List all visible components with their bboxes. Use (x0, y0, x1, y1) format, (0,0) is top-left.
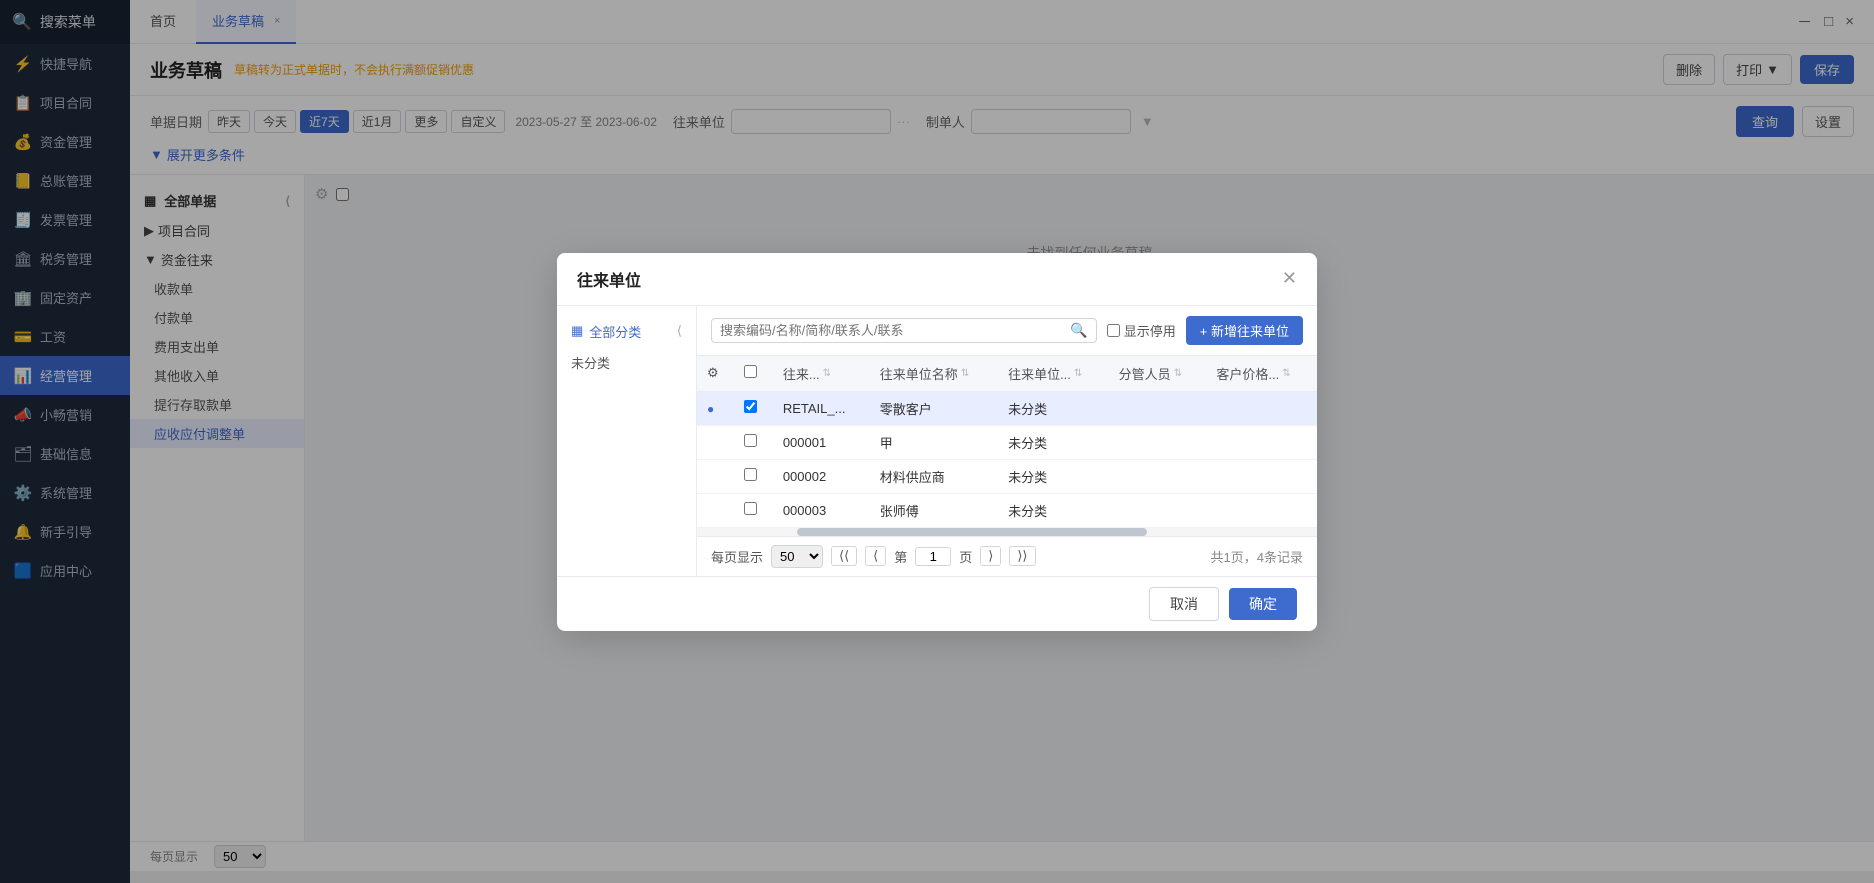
partner-table-body: ● RETAIL_... 零散客户 未分类 000001 甲 未分类 00000… (697, 391, 1317, 527)
modal-left-item-unclassified[interactable]: 未分类 (557, 347, 696, 378)
row-code-0: RETAIL_... (773, 391, 870, 425)
row-settings-3[interactable] (697, 493, 734, 527)
row-name-2: 材料供应商 (870, 459, 998, 493)
next-page-btn[interactable]: ⟩ (980, 546, 1001, 566)
grid-icon-2: ▦ (571, 323, 583, 339)
row-category-3: 未分类 (998, 493, 1109, 527)
modal-right-panel: 🔍 显示停用 + 新增往来单位 ⚙ (697, 306, 1317, 576)
modal-body: ▦ 全部分类 ⟨ 未分类 🔍 显示停用 (557, 306, 1317, 576)
col-category[interactable]: 往来单位...⇅ (998, 356, 1109, 392)
modal-scrollbar[interactable] (697, 528, 1317, 536)
cancel-button[interactable]: 取消 (1149, 587, 1219, 621)
page-number-input[interactable] (915, 547, 951, 566)
col-settings[interactable]: ⚙ (697, 356, 734, 392)
last-page-btn[interactable]: ⟩⟩ (1009, 546, 1035, 566)
partner-modal: 往来单位 ✕ ▦ 全部分类 ⟨ 未分类 (557, 253, 1317, 631)
modal-scrollbar-thumb[interactable] (797, 528, 1147, 536)
col-checkbox[interactable] (734, 356, 773, 392)
page-info: 共1页，4条记录 (1211, 547, 1303, 566)
modal-close-button[interactable]: ✕ (1282, 268, 1297, 289)
row-price-level-0 (1206, 391, 1317, 425)
col-name[interactable]: 往来单位名称⇅ (870, 356, 998, 392)
row-code-1: 000001 (773, 425, 870, 459)
row-name-0: 零散客户 (870, 391, 998, 425)
row-checkbox-1[interactable] (734, 425, 773, 459)
table-header: ⚙ 往来...⇅ 往来单位名称⇅ 往来单位...⇅ (697, 356, 1317, 392)
show-disabled-checkbox[interactable] (1107, 324, 1120, 337)
confirm-button[interactable]: 确定 (1229, 588, 1297, 620)
row-category-2: 未分类 (998, 459, 1109, 493)
col-price-level[interactable]: 客户价格...⇅ (1206, 356, 1317, 392)
table-row[interactable]: 000003 张师傅 未分类 (697, 493, 1317, 527)
row-price-level-2 (1206, 459, 1317, 493)
row-checkbox-0[interactable] (734, 391, 773, 425)
partner-table: ⚙ 往来...⇅ 往来单位名称⇅ 往来单位...⇅ (697, 356, 1317, 528)
row-settings-1[interactable] (697, 425, 734, 459)
row-settings-0[interactable]: ● (697, 391, 734, 425)
modal-search-input[interactable] (720, 323, 1064, 338)
row-code-3: 000003 (773, 493, 870, 527)
modal-overlay: 往来单位 ✕ ▦ 全部分类 ⟨ 未分类 (0, 0, 1874, 883)
modal-left-collapse-btn[interactable]: ⟨ (677, 323, 682, 339)
modal-title: 往来单位 (577, 267, 641, 291)
row-salesperson-0 (1109, 391, 1207, 425)
row-category-0: 未分类 (998, 391, 1109, 425)
col-code[interactable]: 往来...⇅ (773, 356, 870, 392)
row-salesperson-3 (1109, 493, 1207, 527)
row-price-level-3 (1206, 493, 1317, 527)
modal-page-size-select[interactable]: 50 100 (771, 545, 823, 568)
row-category-1: 未分类 (998, 425, 1109, 459)
row-checkbox-2[interactable] (734, 459, 773, 493)
table-row[interactable]: 000002 材料供应商 未分类 (697, 459, 1317, 493)
row-code-2: 000002 (773, 459, 870, 493)
row-salesperson-1 (1109, 425, 1207, 459)
show-disabled-wrap: 显示停用 (1107, 321, 1176, 340)
table-row[interactable]: ● RETAIL_... 零散客户 未分类 (697, 391, 1317, 425)
search-icon: 🔍 (1070, 322, 1087, 339)
first-page-btn[interactable]: ⟨⟨ (831, 546, 857, 566)
modal-left-panel: ▦ 全部分类 ⟨ 未分类 (557, 306, 697, 576)
modal-search-wrap: 🔍 (711, 318, 1097, 343)
modal-footer: 取消 确定 (557, 576, 1317, 631)
row-price-level-1 (1206, 425, 1317, 459)
row-settings-2[interactable] (697, 459, 734, 493)
modal-toolbar: 🔍 显示停用 + 新增往来单位 (697, 306, 1317, 356)
add-partner-button[interactable]: + 新增往来单位 (1186, 316, 1303, 345)
row-name-1: 甲 (870, 425, 998, 459)
modal-table: ⚙ 往来...⇅ 往来单位名称⇅ 往来单位...⇅ (697, 356, 1317, 528)
row-salesperson-2 (1109, 459, 1207, 493)
prev-page-btn[interactable]: ⟨ (865, 546, 886, 566)
row-checkbox-3[interactable] (734, 493, 773, 527)
table-row[interactable]: 000001 甲 未分类 (697, 425, 1317, 459)
modal-pagination: 每页显示 50 100 ⟨⟨ ⟨ 第 页 ⟩ ⟩⟩ 共1页，4条记录 (697, 536, 1317, 576)
col-salesperson[interactable]: 分管人员⇅ (1109, 356, 1207, 392)
row-name-3: 张师傅 (870, 493, 998, 527)
modal-header: 往来单位 ✕ (557, 253, 1317, 306)
modal-left-header: ▦ 全部分类 ⟨ (557, 316, 696, 347)
